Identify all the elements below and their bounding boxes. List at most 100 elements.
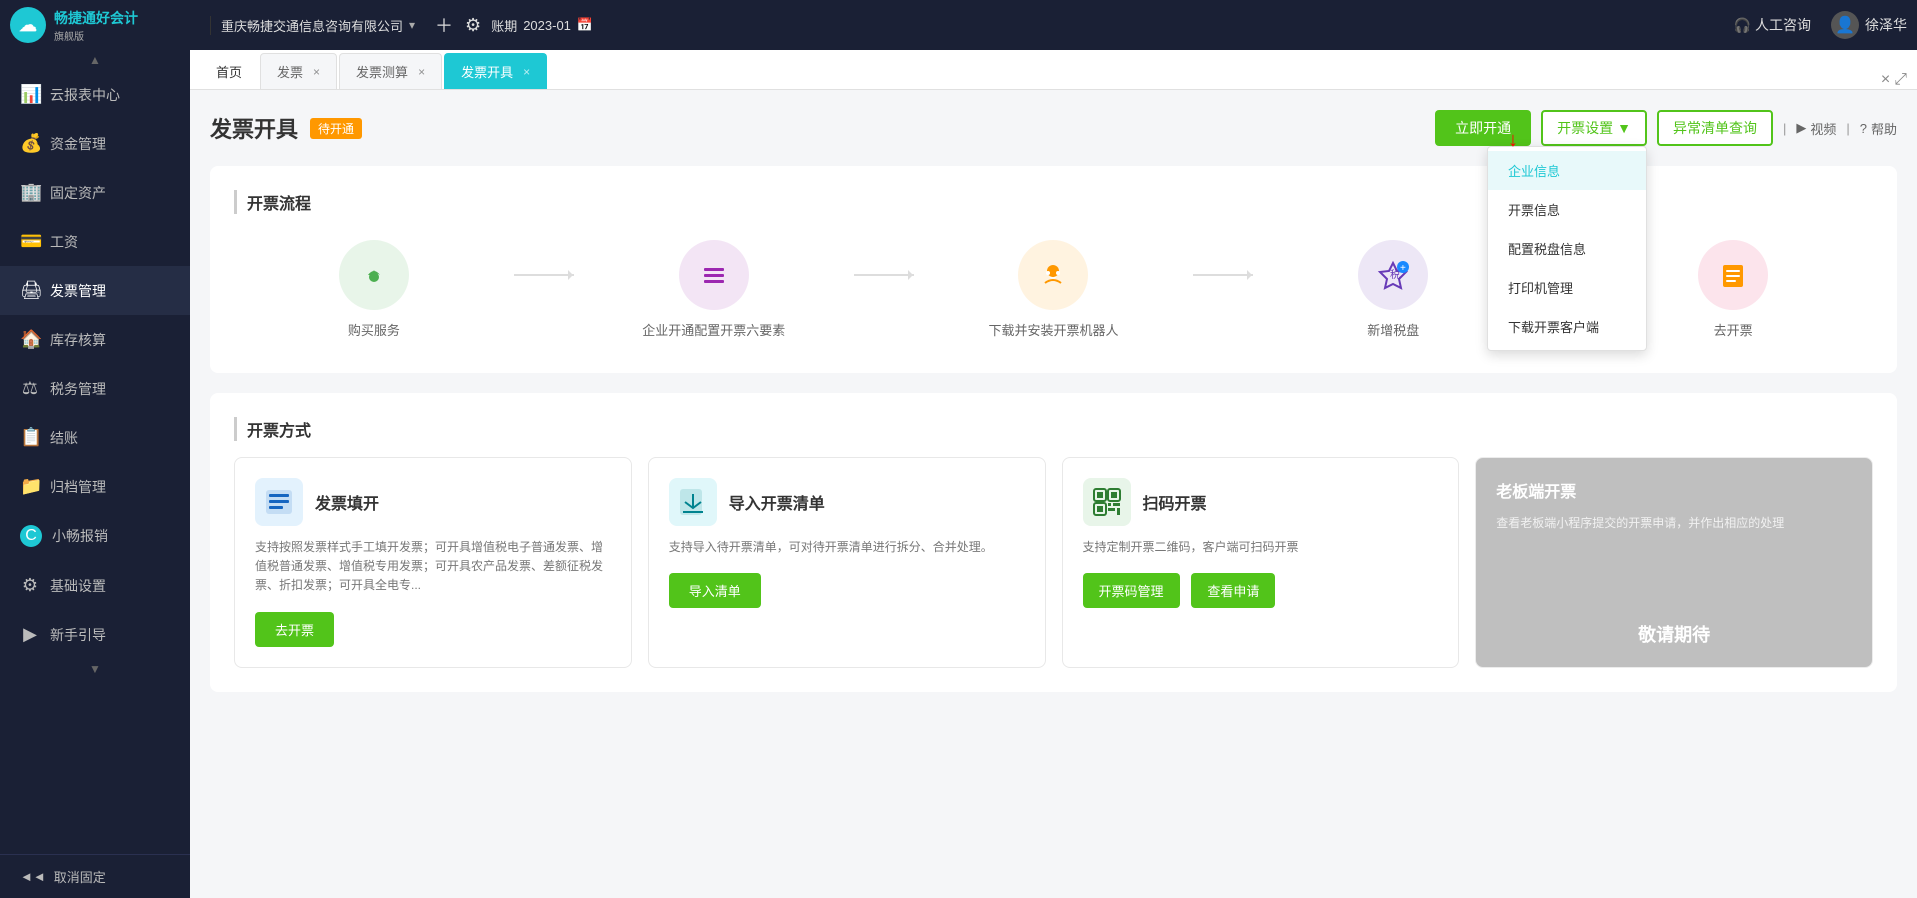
flow-label-download: 下载并安装开票机器人: [988, 320, 1118, 339]
company-selector[interactable]: 重庆畅捷交通信息咨询有限公司 ▾: [210, 16, 425, 35]
dropdown-item-company-info[interactable]: 企业信息: [1488, 151, 1646, 190]
period-value: 2023-01: [523, 18, 571, 33]
scan-invoice-view-btn[interactable]: 查看申请: [1191, 573, 1275, 608]
flow-label-buy-service: 购买服务: [348, 320, 400, 339]
sidebar-item-xiaochangbaoxiao[interactable]: C 小畅报销: [0, 511, 190, 561]
top-right: 🎧 人工咨询 👤 徐泽华: [1734, 11, 1907, 39]
xiaochangbaoxiao-icon: C: [20, 525, 42, 547]
tab-home[interactable]: 首页: [200, 53, 258, 89]
method-card-scan-header: 扫码开票: [1083, 478, 1439, 526]
fill-invoice-btn[interactable]: 去开票: [255, 612, 334, 647]
sidebar-item-guidang[interactable]: 📁 归档管理: [0, 462, 190, 511]
settings-button[interactable]: 开票设置 ▼: [1541, 110, 1647, 146]
sidebar-scroll-up[interactable]: ▲: [0, 50, 190, 70]
settings-btn-wrapper: 开票设置 ▼ ↓ 企业信息 开票信息: [1541, 110, 1647, 146]
abnormal-list-button[interactable]: 异常清单查询: [1657, 110, 1773, 146]
logo-subtitle: 旗舰版: [54, 28, 138, 43]
sidebar-item-label-jiezhang: 结账: [50, 428, 78, 448]
sidebar-item-label-jichu: 基础设置: [50, 576, 106, 596]
scan-invoice-desc: 支持定制开票二维码，客户端可扫码开票: [1083, 538, 1439, 557]
user-menu[interactable]: 👤 徐泽华: [1831, 11, 1907, 39]
sidebar-item-jichu[interactable]: ⚙ 基础设置: [0, 561, 190, 610]
period-label: 账期: [491, 16, 517, 35]
logo-icon: ☁: [10, 7, 46, 43]
flow-label-go-invoice: 去开票: [1714, 320, 1753, 339]
boss-invoice-desc: 查看老板端小程序提交的开票申请，并作出相应的处理: [1496, 514, 1852, 533]
method-card-scan-invoice: 扫码开票 支持定制开票二维码，客户端可扫码开票 开票码管理 查看申请: [1062, 457, 1460, 668]
logo-text: 畅捷通好会计 旗舰版: [54, 8, 138, 43]
tab-fapiao-cesuan-close[interactable]: ×: [418, 65, 425, 79]
flow-label-add-tax: 新增税盘: [1367, 320, 1419, 339]
tab-bar: 首页 发票 × 发票测算 × 发票开具 × × ⤢: [190, 50, 1917, 90]
flow-step-config: 企业开通配置开票六要素: [574, 240, 854, 339]
sidebar-cancel[interactable]: ◄◄ 取消固定: [0, 854, 190, 898]
flow-icon-go-invoice: [1698, 240, 1768, 310]
scan-invoice-title: 扫码开票: [1143, 490, 1207, 514]
methods-grid: 发票填开 支持按照发票样式手工填开发票；可开具增值税电子普通发票、增值税普通发票…: [234, 457, 1873, 668]
cancel-label: 取消固定: [54, 867, 106, 886]
calendar-icon: 📅: [577, 17, 593, 33]
dropdown-item-printer[interactable]: 打印机管理: [1488, 268, 1646, 307]
method-card-import-header: 导入开票清单: [669, 478, 1025, 526]
sidebar-item-kucun[interactable]: 🏠 库存核算: [0, 315, 190, 364]
sidebar-item-jiezhang[interactable]: 📋 结账: [0, 413, 190, 462]
dropdown-item-invoice-info[interactable]: 开票信息: [1488, 190, 1646, 229]
status-badge: 待开通: [310, 118, 362, 139]
settings-button[interactable]: ⚙: [465, 15, 481, 36]
sidebar-item-shuiwu[interactable]: ⚖ 税务管理: [0, 364, 190, 413]
layout: ▲ 📊 云报表中心 💰 资金管理 🏢 固定资产 💳 工资 🖨 发票管理 🏠 库存…: [0, 50, 1917, 898]
dropdown-item-tax-config[interactable]: 配置税盘信息: [1488, 229, 1646, 268]
methods-section: 开票方式: [210, 393, 1897, 692]
dropdown-label-tax-config: 配置税盘信息: [1508, 242, 1586, 257]
flow-icon-download: [1018, 240, 1088, 310]
flow-connector-2: [854, 274, 914, 276]
flow-icon-config: [679, 240, 749, 310]
sidebar-scroll-down[interactable]: ▼: [0, 659, 190, 679]
help-button[interactable]: ? 帮助: [1860, 119, 1897, 138]
guidang-icon: 📁: [20, 476, 40, 497]
import-list-btn[interactable]: 导入清单: [669, 573, 761, 608]
add-company-button[interactable]: ＋: [435, 12, 453, 38]
tab-fapiao-close[interactable]: ×: [313, 65, 320, 79]
gudingzichan-icon: 🏢: [20, 182, 40, 203]
window-maximize-button[interactable]: ⤢: [1894, 71, 1907, 89]
top-bar: ☁ 畅捷通好会计 旗舰版 重庆畅捷交通信息咨询有限公司 ▾ ＋ ⚙ 账期 202…: [0, 0, 1917, 50]
company-dropdown-icon: ▾: [409, 18, 415, 32]
tab-fapiao-kaiju-label: 发票开具: [461, 62, 513, 81]
page-title: 发票开具: [210, 112, 298, 144]
jiezhang-icon: 📋: [20, 427, 40, 448]
dropdown-item-download-client[interactable]: 下载开票客户端: [1488, 307, 1646, 346]
divider2: |: [1846, 121, 1849, 136]
tab-fapiao-kaiju-close[interactable]: ×: [523, 65, 530, 79]
sidebar-item-gudingzichan[interactable]: 🏢 固定资产: [0, 168, 190, 217]
window-close-button[interactable]: ×: [1881, 71, 1890, 89]
tab-fapiao[interactable]: 发票 ×: [260, 53, 337, 89]
sidebar-item-label-guidang: 归档管理: [50, 477, 106, 497]
kucun-icon: 🏠: [20, 329, 40, 350]
sidebar-item-label-gongzi: 工资: [50, 232, 78, 252]
method-card-fill-invoice: 发票填开 支持按照发票样式手工填开发票；可开具增值税电子普通发票、增值税普通发票…: [234, 457, 632, 668]
tab-fapiao-cesuan[interactable]: 发票测算 ×: [339, 53, 442, 89]
sidebar-item-xinshou[interactable]: ▶ 新手引导: [0, 610, 190, 659]
period-info: 账期 2023-01 📅: [491, 16, 593, 35]
svg-text:+: +: [1400, 263, 1406, 274]
sidebar-item-gongzi[interactable]: 💳 工资: [0, 217, 190, 266]
company-name: 重庆畅捷交通信息咨询有限公司: [221, 16, 403, 35]
main-area: 首页 发票 × 发票测算 × 发票开具 × × ⤢ 发票开具: [190, 50, 1917, 898]
dropdown-label-invoice-info: 开票信息: [1508, 203, 1560, 218]
scan-invoice-code-btn[interactable]: 开票码管理: [1083, 573, 1180, 608]
scan-invoice-icon: [1083, 478, 1131, 526]
video-button[interactable]: ▶ 视频: [1796, 119, 1836, 138]
dropdown-label-download-client: 下载开票客户端: [1508, 320, 1599, 335]
flow-step-download: 下载并安装开票机器人: [914, 240, 1194, 339]
sidebar-item-yunbao[interactable]: 📊 云报表中心: [0, 70, 190, 119]
tab-fapiao-label: 发票: [277, 62, 303, 81]
cancel-pin-icon: ◄◄: [20, 869, 46, 884]
sidebar-item-label-zijin: 资金管理: [50, 134, 106, 154]
sidebar-item-zijin[interactable]: 💰 资金管理: [0, 119, 190, 168]
page-header: 发票开具 待开通 立即开通 开票设置 ▼ ↓: [210, 110, 1897, 146]
user-name: 徐泽华: [1865, 15, 1907, 35]
tab-fapiao-kaiju[interactable]: 发票开具 ×: [444, 53, 547, 89]
sidebar-item-fapiao[interactable]: 🖨 发票管理: [0, 266, 190, 315]
consult-button[interactable]: 🎧 人工咨询: [1734, 15, 1811, 35]
